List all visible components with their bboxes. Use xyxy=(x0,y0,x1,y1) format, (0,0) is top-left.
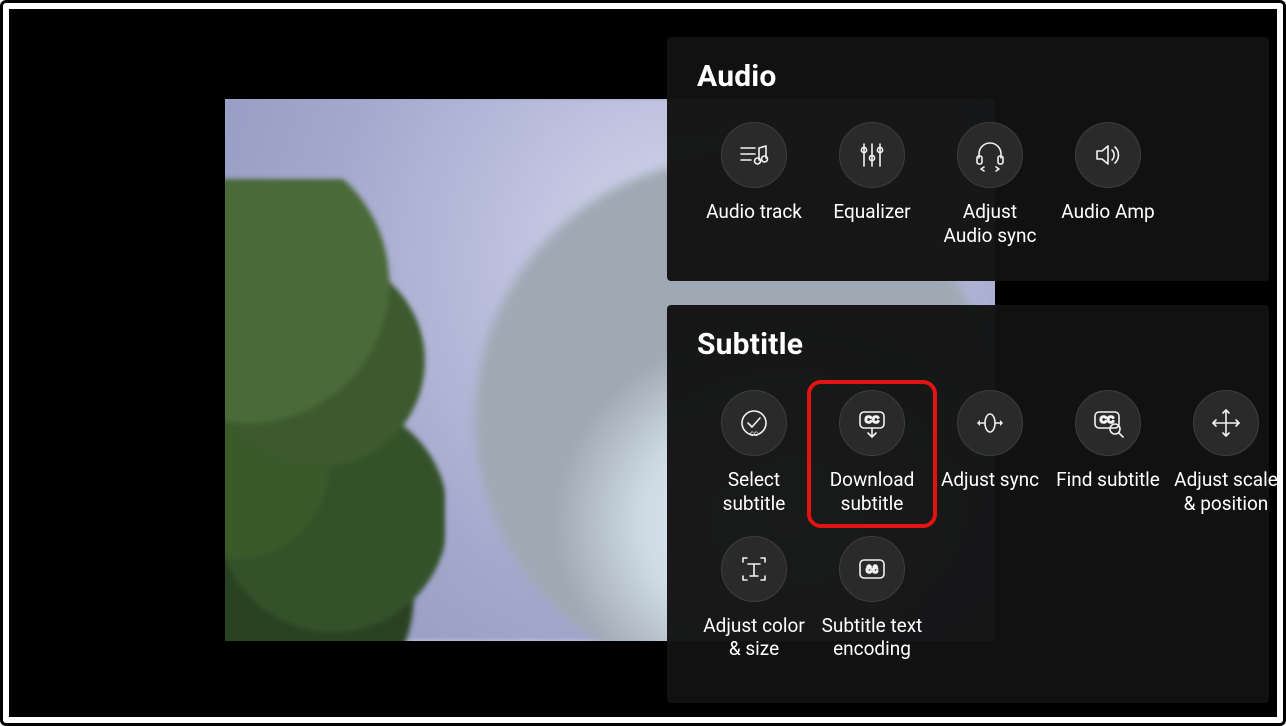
equalizer-label: Equalizer xyxy=(833,200,910,224)
subtitle-text-encoding-label: Subtitle text encoding xyxy=(822,614,923,662)
audio-amp-label: Audio Amp xyxy=(1061,200,1154,224)
adjust-subtitle-sync-label: Adjust sync xyxy=(941,468,1039,492)
equalizer-icon xyxy=(839,122,905,188)
audio-amp-button[interactable]: Audio Amp xyxy=(1051,120,1165,248)
subtitle-panel-title: Subtitle xyxy=(697,327,1243,362)
find-subtitle-button[interactable]: CC Find subtitle xyxy=(1051,388,1165,516)
audio-options-grid: Audio track xyxy=(697,120,1243,248)
svg-text:CC: CC xyxy=(865,415,879,426)
move-arrows-icon xyxy=(1193,390,1259,456)
adjust-audio-sync-button[interactable]: Adjust Audio sync xyxy=(933,120,1047,248)
adjust-scale-position-label: Adjust scale & position xyxy=(1174,468,1277,516)
subtitle-options-grid: cc Select subtitle CC xyxy=(697,388,1243,661)
equalizer-button[interactable]: Equalizer xyxy=(815,120,929,248)
download-subtitle-button[interactable]: CC Download subtitle xyxy=(815,388,929,516)
adjust-subtitle-sync-button[interactable]: Adjust sync xyxy=(933,388,1047,516)
select-subtitle-button[interactable]: cc Select subtitle xyxy=(697,388,811,516)
subtitle-text-encoding-button[interactable]: ĉĉ Subtitle text encoding xyxy=(815,534,929,662)
audio-track-button[interactable]: Audio track xyxy=(697,120,811,248)
text-frame-icon xyxy=(721,536,787,602)
cc-check-icon: cc xyxy=(721,390,787,456)
adjust-color-size-button[interactable]: Adjust color & size xyxy=(697,534,811,662)
audio-panel: Audio xyxy=(667,37,1269,281)
audio-panel-title: Audio xyxy=(697,59,1243,94)
svg-text:cc: cc xyxy=(750,429,758,438)
cc-search-icon: CC xyxy=(1075,390,1141,456)
sync-arrows-icon xyxy=(957,390,1023,456)
headphones-sync-icon xyxy=(957,122,1023,188)
subtitle-panel: Subtitle cc Select subtitle xyxy=(667,305,1269,703)
video-still-tree xyxy=(225,179,445,641)
audio-track-icon xyxy=(721,122,787,188)
svg-text:ĉĉ: ĉĉ xyxy=(866,564,878,576)
adjust-audio-sync-label: Adjust Audio sync xyxy=(944,200,1037,248)
cc-download-icon: CC xyxy=(839,390,905,456)
download-subtitle-label: Download subtitle xyxy=(830,468,915,516)
cc-encoding-icon: ĉĉ xyxy=(839,536,905,602)
window-frame: Audio xyxy=(0,0,1286,726)
video-player-screen: Audio xyxy=(9,9,1277,717)
audio-track-label: Audio track xyxy=(706,200,802,224)
adjust-color-size-label: Adjust color & size xyxy=(703,614,805,662)
adjust-scale-position-button[interactable]: Adjust scale & position xyxy=(1169,388,1277,516)
find-subtitle-label: Find subtitle xyxy=(1056,468,1160,492)
select-subtitle-label: Select subtitle xyxy=(723,468,786,516)
speaker-volume-icon xyxy=(1075,122,1141,188)
